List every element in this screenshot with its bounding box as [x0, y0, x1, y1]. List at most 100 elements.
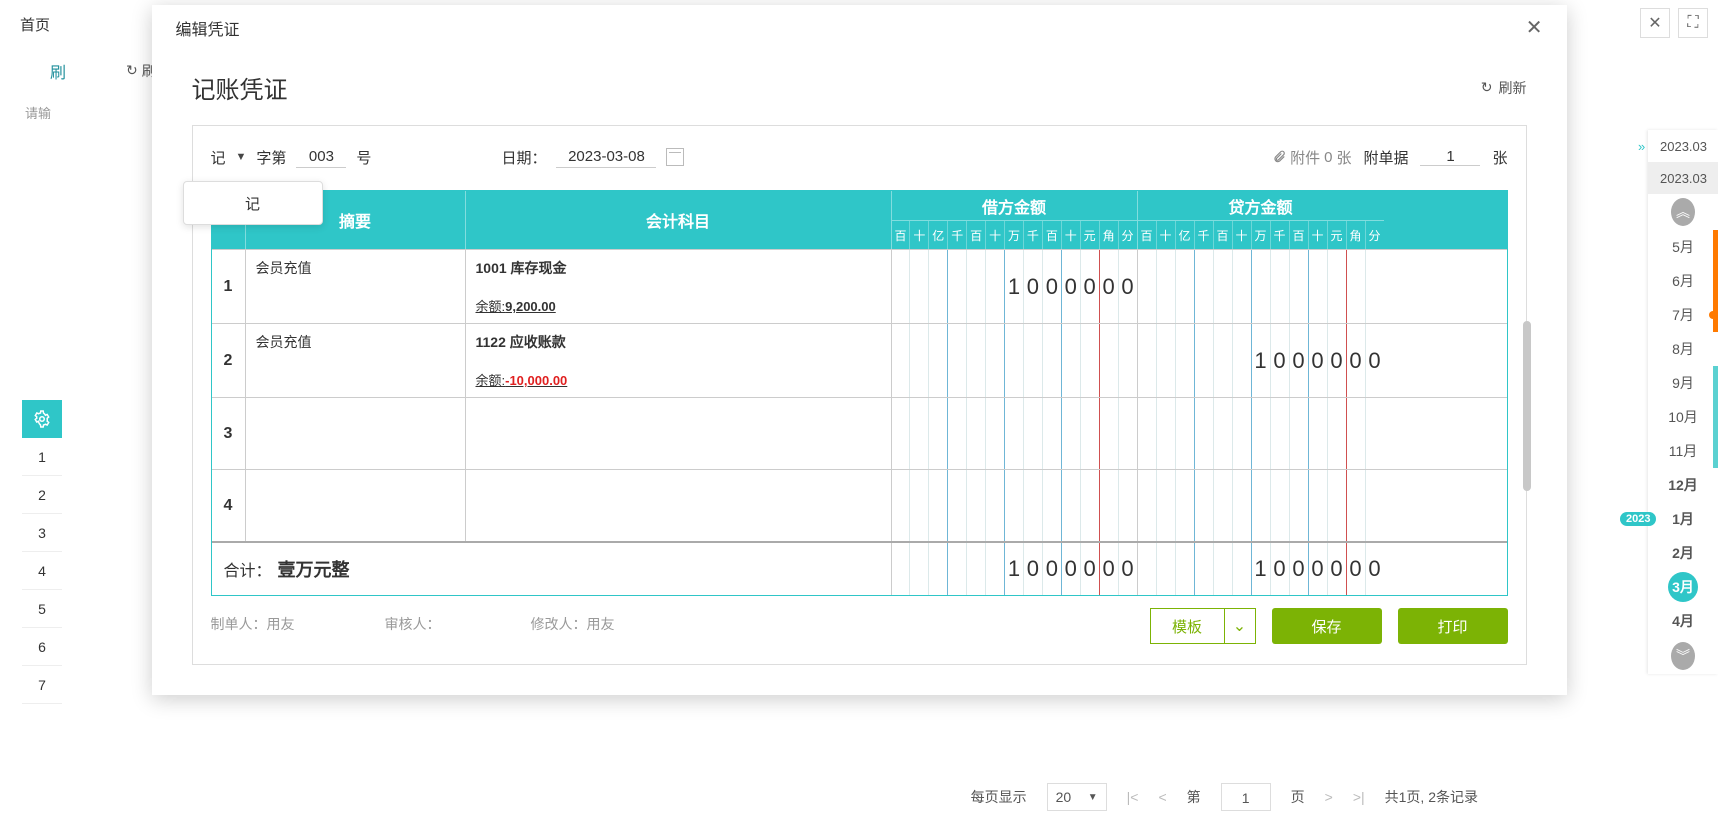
amount-cell[interactable]: [1043, 470, 1062, 541]
amount-cell[interactable]: [1309, 470, 1328, 541]
amount-cell[interactable]: [1005, 470, 1024, 541]
amount-cell[interactable]: [1157, 324, 1176, 397]
amount-cell[interactable]: [1024, 324, 1043, 397]
subject-cell[interactable]: [466, 398, 892, 469]
amount-cell[interactable]: 0: [1062, 543, 1081, 595]
amount-cell[interactable]: [1119, 398, 1137, 469]
summary-cell[interactable]: [246, 470, 466, 541]
amount-cell[interactable]: [1176, 543, 1195, 595]
amount-cell[interactable]: [1233, 250, 1252, 323]
amount-cell[interactable]: [1024, 398, 1043, 469]
amount-cell[interactable]: [1233, 470, 1252, 541]
amount-cell[interactable]: [948, 543, 967, 595]
amount-cell[interactable]: [1252, 470, 1271, 541]
amount-cell[interactable]: [986, 398, 1005, 469]
amount-cell[interactable]: [1157, 470, 1176, 541]
amount-cell[interactable]: [1290, 250, 1309, 323]
amount-cell[interactable]: 1: [1005, 543, 1024, 595]
amount-cell[interactable]: [1119, 324, 1137, 397]
amount-cell[interactable]: [1366, 250, 1384, 323]
amount-cell[interactable]: [910, 470, 929, 541]
amount-cell[interactable]: [1157, 543, 1176, 595]
bill-count-input[interactable]: 1: [1420, 148, 1480, 166]
amount-cell[interactable]: 0: [1290, 543, 1309, 595]
amount-cell[interactable]: [910, 250, 929, 323]
amount-cell[interactable]: [1195, 470, 1214, 541]
amount-cell[interactable]: [1252, 398, 1271, 469]
amount-cell[interactable]: [1100, 324, 1119, 397]
template-button[interactable]: 模板 ⌄: [1150, 608, 1256, 644]
modal-refresh-button[interactable]: ↻ 刷新: [1481, 78, 1527, 98]
amount-cell[interactable]: [1005, 324, 1024, 397]
amount-cell[interactable]: [910, 324, 929, 397]
amount-cell[interactable]: [892, 250, 911, 323]
amount-cell[interactable]: [1157, 250, 1176, 323]
amount-cell[interactable]: [986, 543, 1005, 595]
amount-cell[interactable]: [1328, 250, 1347, 323]
amount-cell[interactable]: [1195, 398, 1214, 469]
amount-cell[interactable]: 1: [1252, 324, 1271, 397]
amount-cell[interactable]: [1195, 324, 1214, 397]
amount-cell[interactable]: [1290, 398, 1309, 469]
amount-cell[interactable]: [1214, 324, 1233, 397]
amount-cell[interactable]: 0: [1309, 543, 1328, 595]
amount-cell[interactable]: [1347, 250, 1366, 323]
amount-cell[interactable]: [929, 324, 948, 397]
amount-cell[interactable]: [1138, 324, 1157, 397]
amount-cell[interactable]: [1062, 324, 1081, 397]
amount-cell[interactable]: [1100, 398, 1119, 469]
amount-cell[interactable]: [1271, 470, 1290, 541]
amount-cell[interactable]: [1347, 398, 1366, 469]
dropdown-item[interactable]: 记: [184, 182, 322, 224]
amount-cell[interactable]: [1176, 250, 1195, 323]
amount-cell[interactable]: [910, 543, 929, 595]
subject-cell[interactable]: 1122 应收账款余额:-10,000.00: [466, 324, 892, 397]
amount-cell[interactable]: [1366, 398, 1384, 469]
amount-cell[interactable]: 1: [1005, 250, 1024, 323]
amount-cell[interactable]: 0: [1024, 250, 1043, 323]
amount-cell[interactable]: [1195, 543, 1214, 595]
amount-cell[interactable]: [1309, 250, 1328, 323]
save-button[interactable]: 保存: [1272, 608, 1382, 644]
amount-cell[interactable]: [1176, 324, 1195, 397]
amount-cell[interactable]: [1062, 398, 1081, 469]
amount-cell[interactable]: [967, 398, 986, 469]
amount-cell[interactable]: [1024, 470, 1043, 541]
amount-cell[interactable]: [1233, 543, 1252, 595]
amount-cell[interactable]: [1195, 250, 1214, 323]
amount-cell[interactable]: 0: [1119, 543, 1137, 595]
amount-cell[interactable]: [1138, 470, 1157, 541]
amount-cell[interactable]: [986, 250, 1005, 323]
amount-cell[interactable]: [967, 250, 986, 323]
amount-cell[interactable]: 0: [1347, 324, 1366, 397]
amount-cell[interactable]: [1081, 398, 1100, 469]
voucher-number-input[interactable]: 003: [296, 146, 346, 168]
scrollbar[interactable]: [1523, 321, 1531, 491]
amount-cell[interactable]: [1328, 470, 1347, 541]
summary-cell[interactable]: 会员充值: [246, 324, 466, 397]
amount-cell[interactable]: [1100, 470, 1119, 541]
amount-cell[interactable]: 0: [1309, 324, 1328, 397]
amount-cell[interactable]: [948, 470, 967, 541]
amount-cell[interactable]: [910, 398, 929, 469]
amount-cell[interactable]: [929, 470, 948, 541]
amount-cell[interactable]: [1005, 398, 1024, 469]
amount-cell[interactable]: [1062, 470, 1081, 541]
amount-cell[interactable]: 0: [1024, 543, 1043, 595]
amount-cell[interactable]: [1176, 470, 1195, 541]
amount-cell[interactable]: [1328, 398, 1347, 469]
chevron-down-icon[interactable]: ▼: [236, 151, 247, 163]
amount-cell[interactable]: 0: [1328, 324, 1347, 397]
calendar-icon[interactable]: [666, 148, 684, 166]
amount-cell[interactable]: 0: [1043, 543, 1062, 595]
amount-cell[interactable]: 0: [1062, 250, 1081, 323]
amount-cell[interactable]: [1081, 324, 1100, 397]
amount-cell[interactable]: [1214, 543, 1233, 595]
amount-cell[interactable]: [1043, 324, 1062, 397]
date-input[interactable]: 2023-03-08: [556, 146, 656, 168]
amount-cell[interactable]: 0: [1290, 324, 1309, 397]
amount-cell[interactable]: [1157, 398, 1176, 469]
amount-cell[interactable]: [1138, 250, 1157, 323]
summary-cell[interactable]: [246, 398, 466, 469]
attach-link[interactable]: 附件 0 张: [1272, 147, 1351, 168]
